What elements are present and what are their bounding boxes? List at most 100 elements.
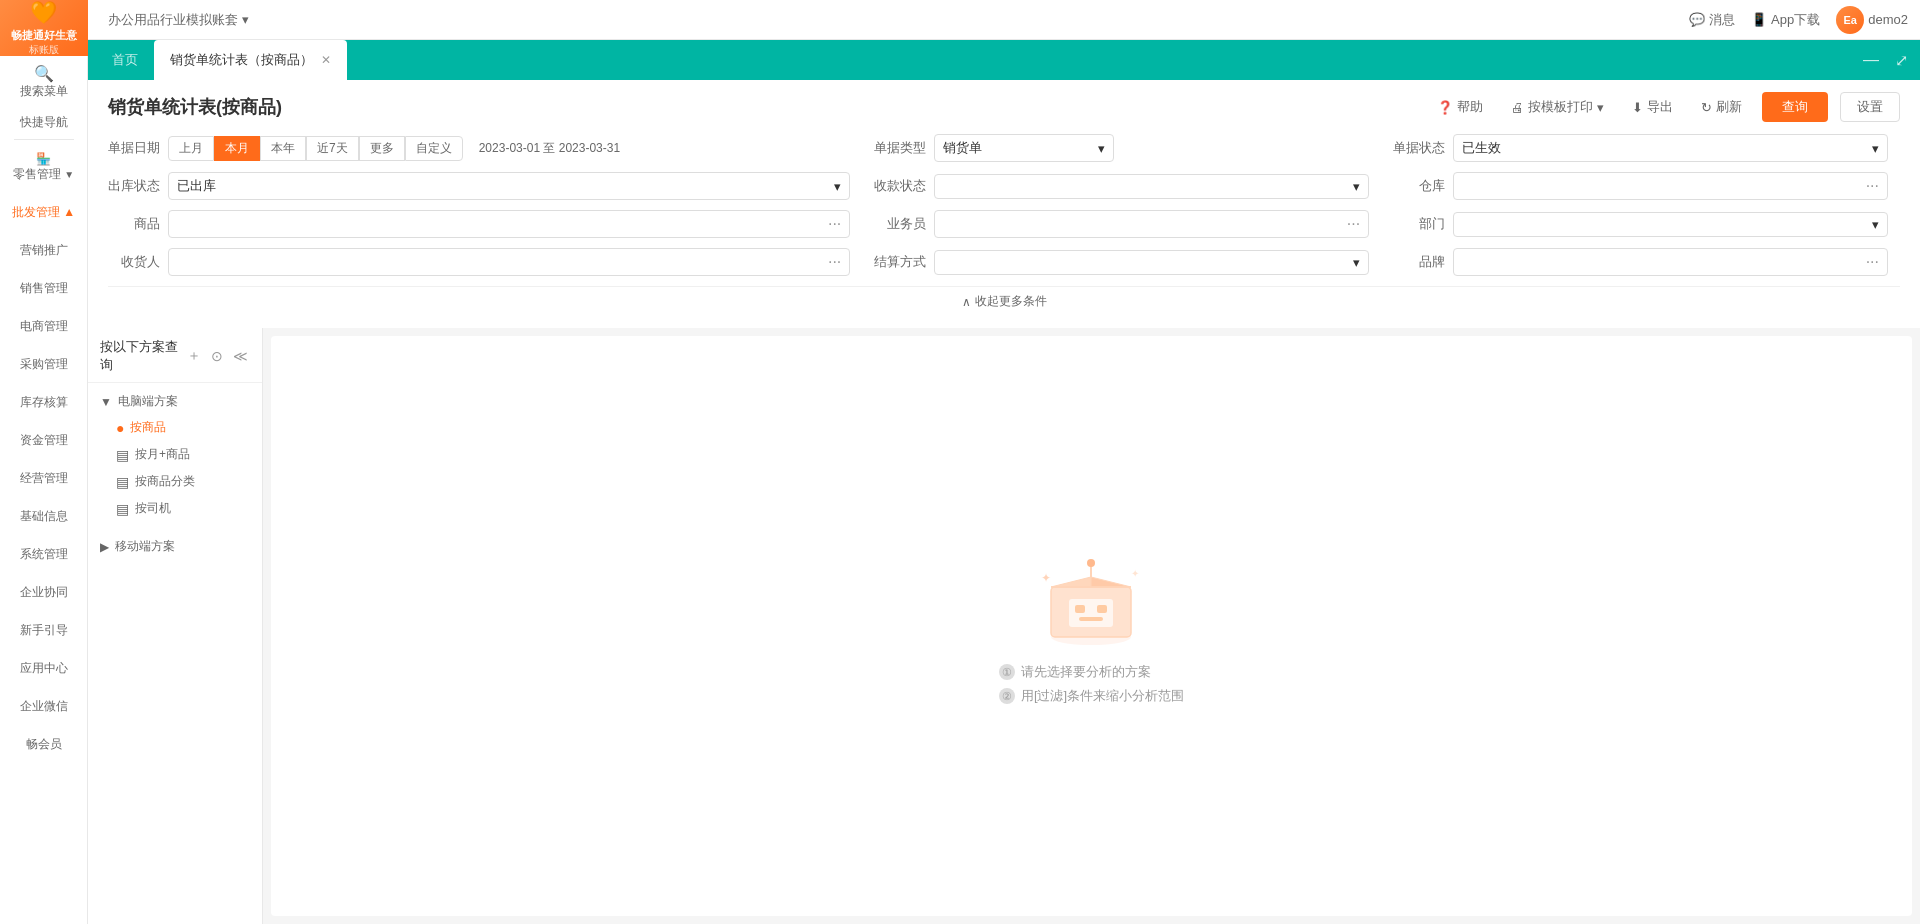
user-menu[interactable]: Ea demo2	[1836, 6, 1908, 34]
sidebar-item-finance[interactable]: 资金管理	[0, 422, 87, 460]
collapse-label: 收起更多条件	[975, 293, 1047, 310]
out-status-select[interactable]: 已出库 ▾	[168, 172, 850, 200]
empty-illustration: ✦ ✦	[1031, 547, 1151, 647]
sidebar-item-ecom[interactable]: 电商管理	[0, 308, 87, 346]
salesman-more-icon[interactable]: ···	[1347, 215, 1360, 233]
sidebar-logo[interactable]: 🧡 畅捷通好生意 标账版	[0, 0, 88, 56]
doc-type-value: 销货单	[943, 139, 982, 157]
export-icon: ⬇	[1632, 100, 1643, 115]
settings-button[interactable]: 设置	[1840, 92, 1900, 122]
query-button[interactable]: 查询	[1762, 92, 1828, 122]
sidebar-item-wechat[interactable]: 企业微信	[0, 688, 87, 726]
collapse-arrow-icon: ∧	[962, 295, 971, 309]
app-selector[interactable]: 办公用品行业模拟账套 ▾	[100, 7, 257, 33]
pay-status-select[interactable]: ▾	[934, 174, 1369, 199]
scheme-item-month-goods[interactable]: ▤ 按月+商品	[88, 441, 262, 468]
logo-text: 畅捷通好生意	[11, 28, 77, 43]
collapse-bar[interactable]: ∧ 收起更多条件	[108, 286, 1900, 316]
doc-type-select[interactable]: 销货单 ▾	[934, 134, 1114, 162]
sidebar-item-collab[interactable]: 企业协同	[0, 574, 87, 612]
brand-more-icon[interactable]: ···	[1866, 253, 1879, 271]
svg-rect-7	[1097, 605, 1107, 613]
filter-col-settle: 结算方式 ▾	[862, 250, 1381, 275]
sidebar-search[interactable]: 🔍 搜索菜单	[0, 56, 87, 108]
date-range-text: 2023-03-01 至 2023-03-31	[479, 140, 620, 157]
sidebar-item-sys[interactable]: 系统管理	[0, 536, 87, 574]
logo-sub: 标账版	[29, 43, 59, 57]
tab-home-label: 首页	[112, 51, 138, 69]
date-more[interactable]: 更多	[359, 136, 405, 161]
goods-input[interactable]: ···	[168, 210, 850, 238]
salesman-input[interactable]: ···	[934, 210, 1369, 238]
doc-status-label: 单据状态	[1393, 139, 1453, 157]
template-print-btn[interactable]: 🖨 按模板打印 ▾	[1503, 94, 1612, 120]
sidebar-item-marketing[interactable]: 营销推广	[0, 232, 87, 270]
doc-type-label: 单据类型	[874, 139, 934, 157]
filter-col-docstatus: 单据状态 已生效 ▾	[1381, 134, 1900, 162]
sidebar-item-wholesale[interactable]: 批发管理 ▲	[0, 194, 87, 232]
svg-marker-2	[1051, 577, 1091, 587]
export-btn[interactable]: ⬇ 导出	[1624, 94, 1681, 120]
date-custom[interactable]: 自定义	[405, 136, 463, 161]
settle-label: 结算方式	[874, 253, 934, 271]
sidebar-item-quick[interactable]: 快捷导航	[0, 108, 87, 137]
tab-report[interactable]: 销货单统计表（按商品） ✕	[154, 40, 347, 80]
scheme-item-goods-cat[interactable]: ▤ 按商品分类	[88, 468, 262, 495]
date-last-month[interactable]: 上月	[168, 136, 214, 161]
item-goods-cat-label: 按商品分类	[135, 473, 195, 490]
settle-select[interactable]: ▾	[934, 250, 1369, 275]
sidebar-item-ops[interactable]: 经营管理	[0, 460, 87, 498]
maximize-icon[interactable]: ⤢	[1891, 47, 1912, 74]
filter-col-brand: 品牌 ···	[1381, 248, 1900, 276]
message-btn[interactable]: 💬 消息	[1689, 11, 1735, 29]
date-this-year[interactable]: 本年	[260, 136, 306, 161]
app-download-btn[interactable]: 📱 App下载	[1751, 11, 1820, 29]
sidebar-item-member[interactable]: 畅会员	[0, 726, 87, 764]
warehouse-input[interactable]: ···	[1453, 172, 1888, 200]
refresh-btn[interactable]: ↻ 刷新	[1693, 94, 1750, 120]
sidebar: 🧡 畅捷通好生意 标账版 🔍 搜索菜单 快捷导航 🏪 零售管理 ▼ 批发管理 ▲…	[0, 0, 88, 924]
consignee-input[interactable]: ···	[168, 248, 850, 276]
scheme-edit-icon[interactable]: ⊙	[209, 346, 225, 366]
filter-col-salesman: 业务员 ···	[862, 210, 1381, 238]
goods-more-icon[interactable]: ···	[828, 215, 841, 233]
sidebar-item-retail[interactable]: 🏪 零售管理 ▼	[0, 142, 87, 194]
sidebar-item-apps[interactable]: 应用中心	[0, 650, 87, 688]
item-goods-label: 按商品	[130, 419, 166, 436]
mobile-group-label: 移动端方案	[115, 538, 175, 555]
scheme-add-icon[interactable]: ＋	[185, 345, 203, 367]
consignee-more-icon[interactable]: ···	[828, 253, 841, 271]
sidebar-item-purchase[interactable]: 采购管理	[0, 346, 87, 384]
sidebar-item-sales[interactable]: 销售管理	[0, 270, 87, 308]
scheme-item-goods[interactable]: ● 按商品	[88, 414, 262, 441]
filter-col-goods: 商品 ···	[108, 210, 862, 238]
minimize-icon[interactable]: —	[1859, 47, 1883, 73]
date-this-month[interactable]: 本月	[214, 136, 260, 161]
help-btn[interactable]: ❓ 帮助	[1429, 94, 1491, 120]
scheme-collapse-icon[interactable]: ≪	[231, 346, 250, 366]
sidebar-item-basic[interactable]: 基础信息	[0, 498, 87, 536]
tab-close-icon[interactable]: ✕	[321, 53, 331, 67]
group-label: 电脑端方案	[118, 393, 178, 410]
topbar-right: 💬 消息 📱 App下载 Ea demo2	[1689, 6, 1908, 34]
date-7days[interactable]: 近7天	[306, 136, 359, 161]
out-status-dropdown-icon: ▾	[834, 179, 841, 194]
warehouse-more-icon[interactable]: ···	[1866, 177, 1879, 195]
dept-select[interactable]: ▾	[1453, 212, 1888, 237]
pay-status-dropdown-icon: ▾	[1353, 179, 1360, 194]
scheme-item-driver[interactable]: ▤ 按司机	[88, 495, 262, 522]
sidebar-item-inventory[interactable]: 库存核算	[0, 384, 87, 422]
download-icon: 📱	[1751, 12, 1767, 27]
scheme-group-desktop-header[interactable]: ▼ 电脑端方案	[88, 389, 262, 414]
item-month-goods-icon: ▤	[116, 447, 129, 463]
tip-text-2: 用[过滤]条件来缩小分析范围	[1021, 687, 1184, 705]
doc-status-select[interactable]: 已生效 ▾	[1453, 134, 1888, 162]
scheme-group-mobile-header[interactable]: ▶ 移动端方案	[88, 534, 262, 559]
sidebar-item-guide[interactable]: 新手引导	[0, 612, 87, 650]
tip-num-1: ①	[999, 664, 1015, 680]
print-icon: 🖨	[1511, 100, 1524, 115]
tab-home[interactable]: 首页	[96, 40, 154, 80]
brand-input[interactable]: ···	[1453, 248, 1888, 276]
message-icon: 💬	[1689, 12, 1705, 27]
svg-marker-3	[1091, 577, 1131, 587]
